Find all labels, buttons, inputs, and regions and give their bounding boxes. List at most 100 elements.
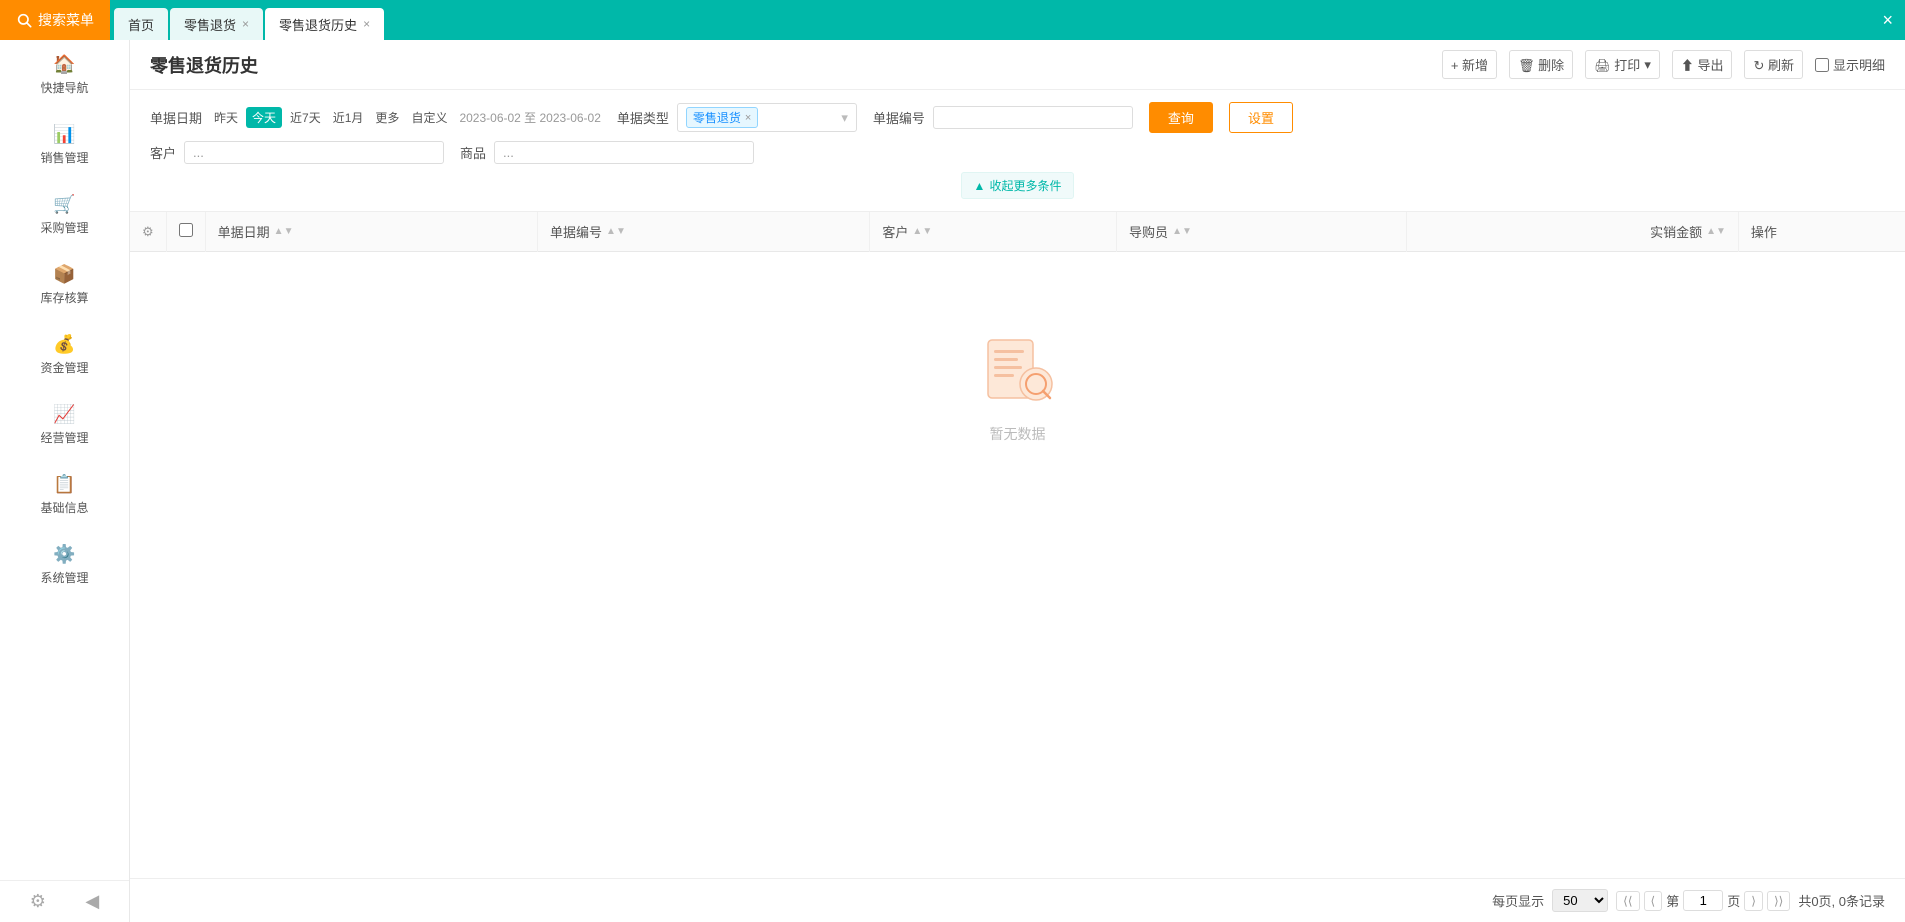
operations-icon: 📈	[53, 404, 75, 425]
sort-guide-icon: ▲▼	[1172, 227, 1192, 237]
sidebar-item-sales-mgmt[interactable]: 📊 销售管理	[0, 110, 129, 180]
prev-page-button[interactable]: ⟨	[1644, 891, 1663, 911]
filter-row-2: 客户 ... 商品 ...	[150, 141, 1885, 164]
export-button[interactable]: ⬆ 导出	[1672, 50, 1733, 79]
sidebar: 🏠 快捷导航 📊 销售管理 🛒 采购管理 📦 库存核算 💰 资金管理 📈 经营管…	[0, 40, 130, 922]
sort-amount-icon: ▲▼	[1706, 227, 1726, 237]
per-page-label: 每页显示	[1492, 891, 1544, 910]
search-menu-label: 搜索菜单	[38, 10, 94, 30]
print-button[interactable]: 🖨 打印 ▾	[1585, 50, 1660, 79]
basic-info-icon: 📋	[53, 474, 75, 495]
filter-area: 单据日期 昨天 今天 近7天 近1月 更多 自定义 2023-06-02 至 2…	[130, 90, 1905, 212]
system-icon: ⚙️	[53, 544, 75, 565]
date-filter-label: 单据日期	[150, 108, 202, 127]
print-dropdown-icon: ▾	[1644, 57, 1651, 73]
col-doc-date: 单据日期 ▲▼	[205, 212, 537, 252]
goods-placeholder: ...	[503, 145, 514, 160]
doc-number-filter-group: 单据编号	[873, 106, 1133, 129]
sidebar-item-basic-info[interactable]: 📋 基础信息	[0, 460, 129, 530]
customer-select[interactable]: ...	[184, 141, 444, 164]
date-opt-custom[interactable]: 自定义	[407, 107, 451, 128]
page-label: 第	[1666, 891, 1679, 910]
date-options: 昨天 今天 近7天 近1月 更多 自定义	[210, 107, 451, 128]
content-area: 零售退货历史 + 新增 🗑 删除 🖨 打印 ▾ ⬆ 导出 ↻ 刷新	[130, 40, 1905, 922]
doc-type-select[interactable]: 零售退货 × ▾	[677, 103, 857, 132]
column-settings-icon[interactable]: ⚙	[142, 224, 154, 239]
col-guide: 导购员 ▲▼	[1117, 212, 1407, 252]
tab-retail-return-close[interactable]: ×	[242, 17, 249, 31]
doc-type-filter-group: 单据类型 零售退货 × ▾	[617, 103, 857, 132]
date-opt-7days[interactable]: 近7天	[286, 107, 325, 128]
sort-doc-date-icon: ▲▼	[274, 227, 294, 237]
sidebar-item-inventory[interactable]: 📦 库存核算	[0, 250, 129, 320]
show-detail-checkbox[interactable]	[1815, 58, 1829, 72]
sort-doc-date[interactable]: 单据日期 ▲▼	[218, 222, 525, 241]
tab-retail-return-history[interactable]: 零售退货历史 ×	[265, 8, 384, 40]
sidebar-item-finance[interactable]: 💰 资金管理	[0, 320, 129, 390]
finance-icon: 💰	[53, 334, 75, 355]
empty-state: 暂无数据	[130, 252, 1905, 524]
doc-type-dropdown-icon: ▾	[841, 110, 848, 126]
sort-doc-number-icon: ▲▼	[606, 227, 626, 237]
delete-button[interactable]: 🗑 删除	[1509, 50, 1573, 79]
tab-retail-return[interactable]: 零售退货 ×	[170, 8, 263, 40]
first-page-button[interactable]: ⟨⟨	[1616, 891, 1639, 911]
window-close-button[interactable]: ×	[1870, 10, 1905, 31]
search-menu-button[interactable]: 搜索菜单	[0, 0, 110, 40]
sidebar-item-operations[interactable]: 📈 经营管理	[0, 390, 129, 460]
sort-amount[interactable]: 实销金额 ▲▼	[1419, 222, 1726, 241]
tab-home[interactable]: 首页	[114, 8, 168, 40]
table-header-row: ⚙ 单据日期 ▲▼ 单据编号	[130, 212, 1905, 252]
collapse-icon: ▲	[974, 179, 986, 193]
sidebar-item-quick-nav[interactable]: 🏠 快捷导航	[0, 40, 129, 110]
sidebar-settings-button[interactable]: ⚙	[30, 891, 46, 912]
date-opt-1month[interactable]: 近1月	[329, 107, 368, 128]
refresh-button[interactable]: ↻ 刷新	[1744, 50, 1803, 79]
col-customer: 客户 ▲▼	[870, 212, 1117, 252]
doc-type-tag-close[interactable]: ×	[745, 112, 751, 124]
date-opt-yesterday[interactable]: 昨天	[210, 107, 242, 128]
select-all-checkbox[interactable]	[179, 223, 193, 237]
goods-label: 商品	[460, 143, 486, 162]
customer-placeholder: ...	[193, 145, 204, 160]
table-body: 暂无数据	[130, 252, 1905, 525]
sidebar-collapse-button[interactable]: ◀	[85, 891, 99, 912]
sidebar-bottom: ⚙ ◀	[0, 880, 129, 922]
date-filter-group: 单据日期 昨天 今天 近7天 近1月 更多 自定义 2023-06-02 至 2…	[150, 107, 601, 128]
tabs-area: 首页 零售退货 × 零售退货历史 ×	[110, 0, 1870, 40]
sort-guide[interactable]: 导购员 ▲▼	[1129, 222, 1394, 241]
last-page-button[interactable]: ⟩⟩	[1767, 891, 1790, 911]
sort-customer-icon: ▲▼	[912, 227, 932, 237]
filter-settings-button[interactable]: 设置	[1229, 102, 1293, 133]
per-page-select[interactable]: 50 10 20 100	[1552, 889, 1608, 912]
col-amount: 实销金额 ▲▼	[1406, 212, 1738, 252]
page-header: 零售退货历史 + 新增 🗑 删除 🖨 打印 ▾ ⬆ 导出 ↻ 刷新	[130, 40, 1905, 90]
purchase-mgmt-icon: 🛒	[53, 194, 75, 215]
date-opt-today[interactable]: 今天	[246, 107, 282, 128]
col-actions: 操作	[1738, 212, 1905, 252]
sort-doc-number[interactable]: 单据编号 ▲▼	[550, 222, 857, 241]
collapse-filter-button[interactable]: ▲ 收起更多条件	[961, 172, 1075, 199]
show-detail-area: 显示明细	[1815, 55, 1885, 74]
header-actions: + 新增 🗑 删除 🖨 打印 ▾ ⬆ 导出 ↻ 刷新 显示明细	[1442, 50, 1885, 79]
next-page-button[interactable]: ⟩	[1744, 891, 1763, 911]
date-range-display: 2023-06-02 至 2023-06-02	[459, 109, 600, 126]
new-button[interactable]: + 新增	[1442, 50, 1497, 79]
sidebar-item-system[interactable]: ⚙️ 系统管理	[0, 530, 129, 600]
page-input[interactable]	[1683, 890, 1723, 911]
sidebar-item-purchase-mgmt[interactable]: 🛒 采购管理	[0, 180, 129, 250]
page-title: 零售退货历史	[150, 52, 258, 78]
goods-select[interactable]: ...	[494, 141, 754, 164]
query-button[interactable]: 查询	[1149, 102, 1213, 133]
date-opt-more[interactable]: 更多	[371, 107, 403, 128]
table-wrapper: ⚙ 单据日期 ▲▼ 单据编号	[130, 212, 1905, 878]
doc-type-label: 单据类型	[617, 108, 669, 127]
inventory-icon: 📦	[53, 264, 75, 285]
customer-filter-group: 客户 ...	[150, 141, 444, 164]
sales-mgmt-icon: 📊	[53, 124, 75, 145]
goods-filter-group: 商品 ...	[460, 141, 754, 164]
doc-number-input[interactable]	[933, 106, 1133, 129]
tab-retail-return-history-close[interactable]: ×	[363, 17, 370, 31]
empty-text: 暂无数据	[990, 424, 1046, 444]
sort-customer[interactable]: 客户 ▲▼	[882, 222, 1104, 241]
